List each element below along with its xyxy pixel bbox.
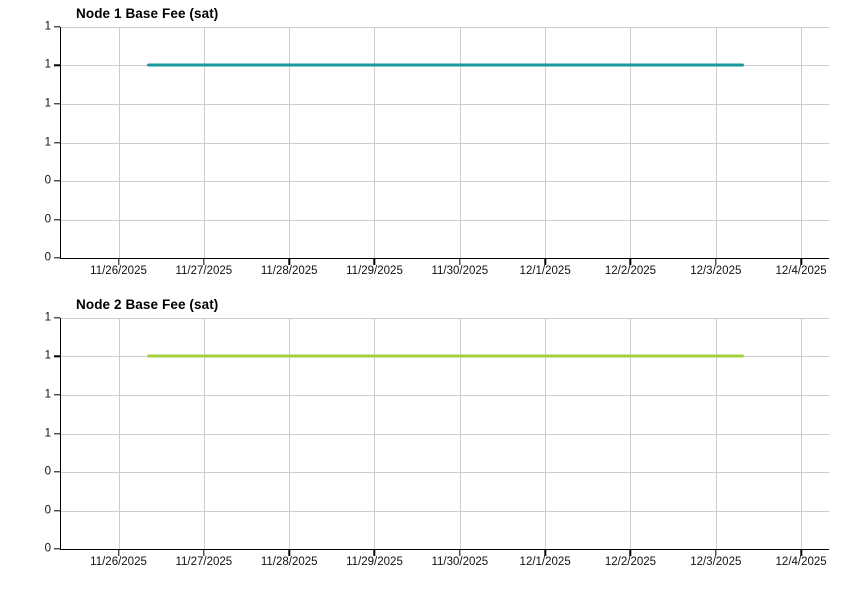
y-axis-tick [54, 509, 60, 512]
y-tick-label: 0 [44, 542, 51, 555]
y-tick-label: 1 [44, 97, 51, 110]
x-tick-label: 12/1/2025 [519, 265, 571, 277]
x-tick-label: 12/4/2025 [775, 265, 827, 277]
v-gridline [118, 27, 120, 258]
x-tick-label: 12/2/2025 [604, 265, 657, 277]
y-axis-tick [54, 180, 60, 182]
plot-area: 1 1 1 1 0 0 0 11/26/2025 11/27/2025 11/28/2025 11/… [45, 21, 829, 277]
y-axis-tick [54, 394, 60, 396]
v-gridline [289, 27, 291, 258]
x-tick-label: 12/4/2025 [775, 556, 827, 568]
y-tick-label: 0 [44, 251, 51, 264]
h-gridline [61, 318, 829, 319]
y-axis-tick [54, 103, 60, 105]
v-gridline [715, 318, 717, 549]
h-gridline [61, 27, 829, 28]
y-axis-tick [54, 471, 60, 473]
v-gridline [459, 27, 461, 258]
y-tick-label: 1 [44, 135, 51, 148]
series-line [147, 63, 744, 67]
y-axis-tick [54, 64, 60, 67]
x-tick-label: 11/26/2025 [90, 265, 147, 277]
y-tick-label: 1 [44, 58, 51, 71]
h-gridline [61, 219, 829, 221]
plot-area: 1 1 1 1 0 0 0 11/26/2025 11/27/2025 11/28/2025 11/… [45, 312, 829, 568]
v-gridline [459, 318, 461, 549]
v-gridline [203, 318, 205, 549]
y-tick-label: 1 [44, 20, 51, 33]
v-gridline [374, 27, 376, 258]
x-tick-label: 12/3/2025 [690, 556, 742, 568]
v-gridline [715, 27, 717, 258]
x-tick-label: 11/29/2025 [346, 265, 403, 277]
chart-title: Node 2 Base Fee (sat) [76, 297, 219, 312]
x-tick-label: 11/27/2025 [175, 265, 233, 277]
v-gridline [801, 27, 803, 258]
h-gridline [61, 103, 829, 105]
y-axis-tick [54, 432, 60, 435]
h-gridline [61, 471, 829, 473]
node2-base-fee-chart: Node 2 Base Fee (sat) 1 1 1 1 0 0 0 11/26/2025 1… [0, 291, 860, 591]
v-gridline [801, 318, 803, 549]
y-axis-tick [54, 218, 60, 221]
y-axis-tick [54, 141, 60, 144]
x-tick-label: 12/3/2025 [690, 265, 742, 277]
y-tick-label: 1 [44, 349, 51, 362]
v-gridline [545, 318, 547, 549]
x-tick-label: 11/29/2025 [346, 556, 403, 568]
x-tick-label: 12/2/2025 [604, 556, 657, 568]
x-tick-label: 11/27/2025 [175, 556, 233, 568]
y-axis-tick [54, 355, 60, 358]
y-axis-tick [54, 317, 60, 319]
x-tick-label: 11/26/2025 [90, 556, 147, 568]
h-gridline [61, 180, 829, 182]
v-gridline [118, 318, 120, 549]
h-gridline [61, 433, 829, 435]
y-tick-label: 1 [44, 426, 51, 439]
y-tick-label: 0 [44, 212, 51, 225]
chart-title: Node 1 Base Fee (sat) [76, 6, 219, 21]
x-tick-label: 12/1/2025 [519, 556, 571, 568]
y-tick-label: 0 [44, 503, 51, 516]
y-tick-label: 1 [44, 311, 51, 324]
y-tick-label: 1 [44, 388, 51, 401]
h-gridline [61, 142, 829, 144]
y-axis-tick [54, 257, 60, 259]
v-gridline [374, 318, 376, 549]
v-gridline [630, 318, 632, 549]
x-tick-label: 11/28/2025 [260, 556, 318, 568]
v-gridline [203, 27, 205, 258]
y-axis-tick [54, 548, 60, 550]
y-axis-tick [54, 26, 60, 28]
v-gridline [545, 27, 547, 258]
v-gridline [289, 318, 291, 549]
base-fee-dashboard: { "page": { "background": "#ffffff" }, "… [0, 0, 860, 600]
x-tick-label: 11/30/2025 [431, 556, 489, 568]
node1-base-fee-chart: Node 1 Base Fee (sat) 1 1 1 1 0 0 0 11/26/2025 1… [0, 0, 860, 300]
series-line [147, 354, 744, 358]
v-gridline [630, 27, 632, 258]
h-gridline [61, 394, 829, 396]
y-tick-label: 0 [44, 174, 51, 187]
h-gridline [61, 510, 829, 512]
x-tick-label: 11/28/2025 [260, 265, 318, 277]
y-tick-label: 0 [44, 465, 51, 478]
x-tick-label: 11/30/2025 [431, 265, 489, 277]
